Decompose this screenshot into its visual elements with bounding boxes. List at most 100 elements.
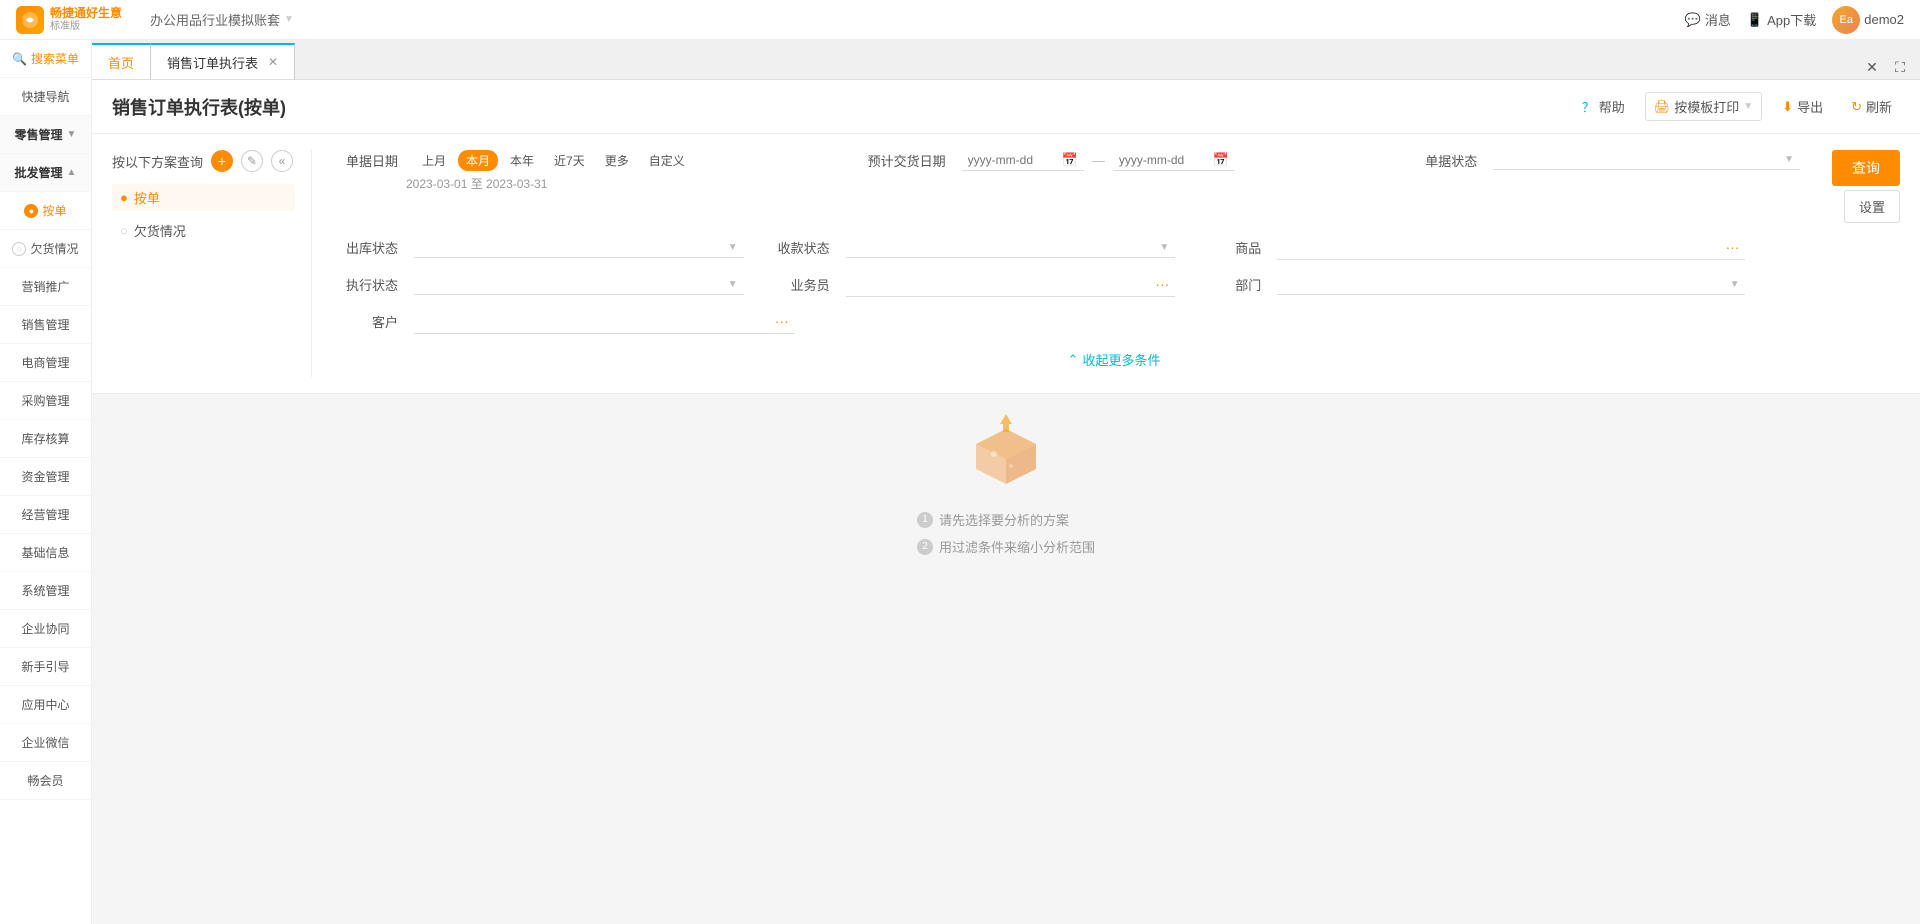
help-button[interactable]: ？ 帮助 (1574, 93, 1633, 120)
scheme-list: ● 按单 ○ 欠货情况 (112, 184, 295, 244)
scheme-item-backorder[interactable]: ○ 欠货情况 (112, 217, 295, 244)
status-arrow-icon: ▼ (1784, 154, 1794, 165)
logo-sub-text: 标准版 (50, 21, 122, 33)
date-tab-this-month[interactable]: 本月 (458, 150, 498, 171)
expected-date-filter: 预计交货日期 📅 — 📅 (868, 150, 1392, 171)
date-tab-last-7[interactable]: 近7天 (546, 150, 593, 171)
export-button[interactable]: ⬇ 导出 (1774, 93, 1831, 120)
print-label: 按模板打印 (1674, 97, 1739, 116)
tab-home[interactable]: 首页 (92, 43, 151, 79)
window-maximize-button[interactable]: ⛶ (1888, 55, 1912, 79)
header-right: 💬 消息 📱 App下载 Ea demo2 (1685, 6, 1904, 34)
date-start-input[interactable]: 📅 (962, 150, 1084, 171)
sidebar-item-wechat[interactable]: 企业微信 (0, 724, 91, 762)
app-download-button[interactable]: 📱 App下载 (1747, 10, 1816, 29)
scheme-edit-button[interactable]: ✎ (241, 150, 263, 172)
sidebar-item-finance[interactable]: 资金管理 (0, 458, 91, 496)
product-label: 商品 (1191, 238, 1261, 257)
sidebar-item-operation[interactable]: 经营管理 (0, 496, 91, 534)
customer-select[interactable]: ··· (414, 309, 795, 334)
filter-conditions: 单据日期 上月 本月 本年 近7天 更多 自定义 (328, 150, 1900, 377)
delivery-status-filter: 出库状态 ▼ (328, 238, 744, 258)
sidebar-quick-nav[interactable]: 快捷导航 (0, 78, 91, 116)
sidebar-item-basic[interactable]: 基础信息 (0, 534, 91, 572)
tab-close-icon[interactable]: ✕ (268, 55, 278, 69)
sidebar-item-enterprise[interactable]: 企业协同 (0, 610, 91, 648)
sidebar-item-ecommerce[interactable]: 电商管理 (0, 344, 91, 382)
date-label: 单据日期 (328, 151, 398, 170)
date-tab-this-year[interactable]: 本年 (502, 150, 542, 171)
date-tab-more[interactable]: 更多 (597, 150, 637, 171)
wholesale-label: 批发管理 (15, 164, 63, 181)
download-icon: 📱 (1747, 12, 1763, 28)
sidebar-item-backorder[interactable]: ○ 欠货情况 (0, 230, 91, 268)
page-content: 销售订单执行表(按单) ？ 帮助 🖨 按模板打印 ▼ ⬇ 导出 (92, 80, 1920, 924)
header-left: 畅捷通好生意 标准版 办公用品行业模拟账套 ▼ (16, 6, 294, 34)
exec-arrow-icon: ▼ (728, 279, 738, 290)
date-end-field[interactable] (1119, 153, 1209, 167)
department-arrow-icon: ▼ (1730, 279, 1740, 290)
sidebar-search[interactable]: 🔍 搜索菜单 (0, 40, 91, 78)
wechat-label: 企业微信 (21, 736, 69, 750)
product-select[interactable]: ··· (1277, 235, 1745, 260)
user-menu[interactable]: Ea demo2 (1832, 6, 1904, 34)
sidebar-item-newbie[interactable]: 新手引导 (0, 648, 91, 686)
scheme-add-button[interactable]: + (211, 150, 233, 172)
date-tab-last-month[interactable]: 上月 (414, 150, 454, 171)
delivery-status-select[interactable]: ▼ (414, 238, 744, 258)
filter-panel: 按以下方案查询 + ✎ « ● 按单 ○ 欠货 (92, 134, 1920, 394)
empty-num-1: 1 (917, 512, 933, 528)
operation-label: 经营管理 (21, 508, 69, 522)
date-start-field[interactable] (968, 153, 1058, 167)
empty-line-1: 1 请先选择要分析的方案 (917, 510, 1095, 529)
sidebar-item-appstore[interactable]: 应用中心 (0, 686, 91, 724)
salesperson-select[interactable]: ··· (846, 272, 1176, 297)
sidebar-item-wholesale[interactable]: 批发管理 ▲ (0, 154, 91, 192)
date-end-input[interactable]: 📅 (1113, 150, 1235, 171)
filter-row-2: 出库状态 ▼ 收款状态 ▼ (328, 235, 1900, 260)
tab-sales-order-exec[interactable]: 销售订单执行表 ✕ (151, 43, 295, 79)
export-icon: ⬇ (1782, 99, 1793, 115)
sidebar-item-marketing[interactable]: 营销推广 (0, 268, 91, 306)
sidebar-item-member[interactable]: 畅会员 (0, 762, 91, 800)
member-label: 畅会员 (27, 774, 63, 788)
breadcrumb[interactable]: 办公用品行业模拟账套 ▼ (150, 10, 294, 29)
sidebar-item-inventory[interactable]: 库存核算 (0, 420, 91, 458)
refresh-label: 刷新 (1866, 97, 1892, 116)
customer-label: 客户 (328, 312, 398, 331)
exec-status-select[interactable]: ▼ (414, 275, 744, 295)
scheme-by-order-label: 按单 (134, 188, 160, 207)
department-select[interactable]: ▼ (1277, 275, 1745, 295)
empty-text-1: 请先选择要分析的方案 (939, 510, 1069, 529)
refresh-button[interactable]: ↻ 刷新 (1843, 93, 1900, 120)
sidebar-item-retail[interactable]: 零售管理 ▼ (0, 116, 91, 154)
payment-status-select[interactable]: ▼ (846, 238, 1176, 258)
settings-button[interactable]: 设置 (1844, 190, 1900, 223)
sidebar-item-system[interactable]: 系统管理 (0, 572, 91, 610)
scheme-collapse-button[interactable]: « (271, 150, 293, 172)
empty-state-area: 1 请先选择要分析的方案 2 用过滤条件来缩小分析范围 (92, 394, 1920, 556)
message-button[interactable]: 💬 消息 (1685, 10, 1731, 29)
message-label: 消息 (1705, 10, 1731, 29)
empty-text-2: 用过滤条件来缩小分析范围 (939, 537, 1095, 556)
status-select[interactable]: ▼ (1493, 150, 1800, 170)
collapse-more-button[interactable]: ⌃ 收起更多条件 (328, 342, 1900, 377)
scheme-item-by-order[interactable]: ● 按单 (112, 184, 295, 211)
window-minimize-button[interactable]: ✕ (1860, 55, 1884, 79)
print-button[interactable]: 🖨 按模板打印 ▼ (1645, 92, 1762, 121)
tab-sales-order-label: 销售订单执行表 (167, 53, 258, 72)
breadcrumb-arrow-icon: ▼ (284, 14, 294, 25)
filter-row-3: 执行状态 ▼ 业务员 ··· (328, 272, 1900, 297)
date-tab-custom[interactable]: 自定义 (641, 150, 693, 171)
query-button[interactable]: 查询 (1832, 150, 1900, 186)
sidebar-item-purchase[interactable]: 采购管理 (0, 382, 91, 420)
status-filter: 单据状态 ▼ (1407, 150, 1800, 170)
delivery-arrow-icon: ▼ (728, 242, 738, 253)
by-order-icon: ● (24, 204, 38, 218)
system-label: 系统管理 (21, 584, 69, 598)
sidebar-item-sales[interactable]: 销售管理 (0, 306, 91, 344)
sidebar-item-by-order[interactable]: ● 按单 (0, 192, 91, 230)
appstore-label: 应用中心 (21, 698, 69, 712)
date-range-text: 2023-03-01 至 2023-03-31 (406, 177, 547, 191)
logo-area[interactable]: 畅捷通好生意 标准版 (16, 6, 122, 34)
